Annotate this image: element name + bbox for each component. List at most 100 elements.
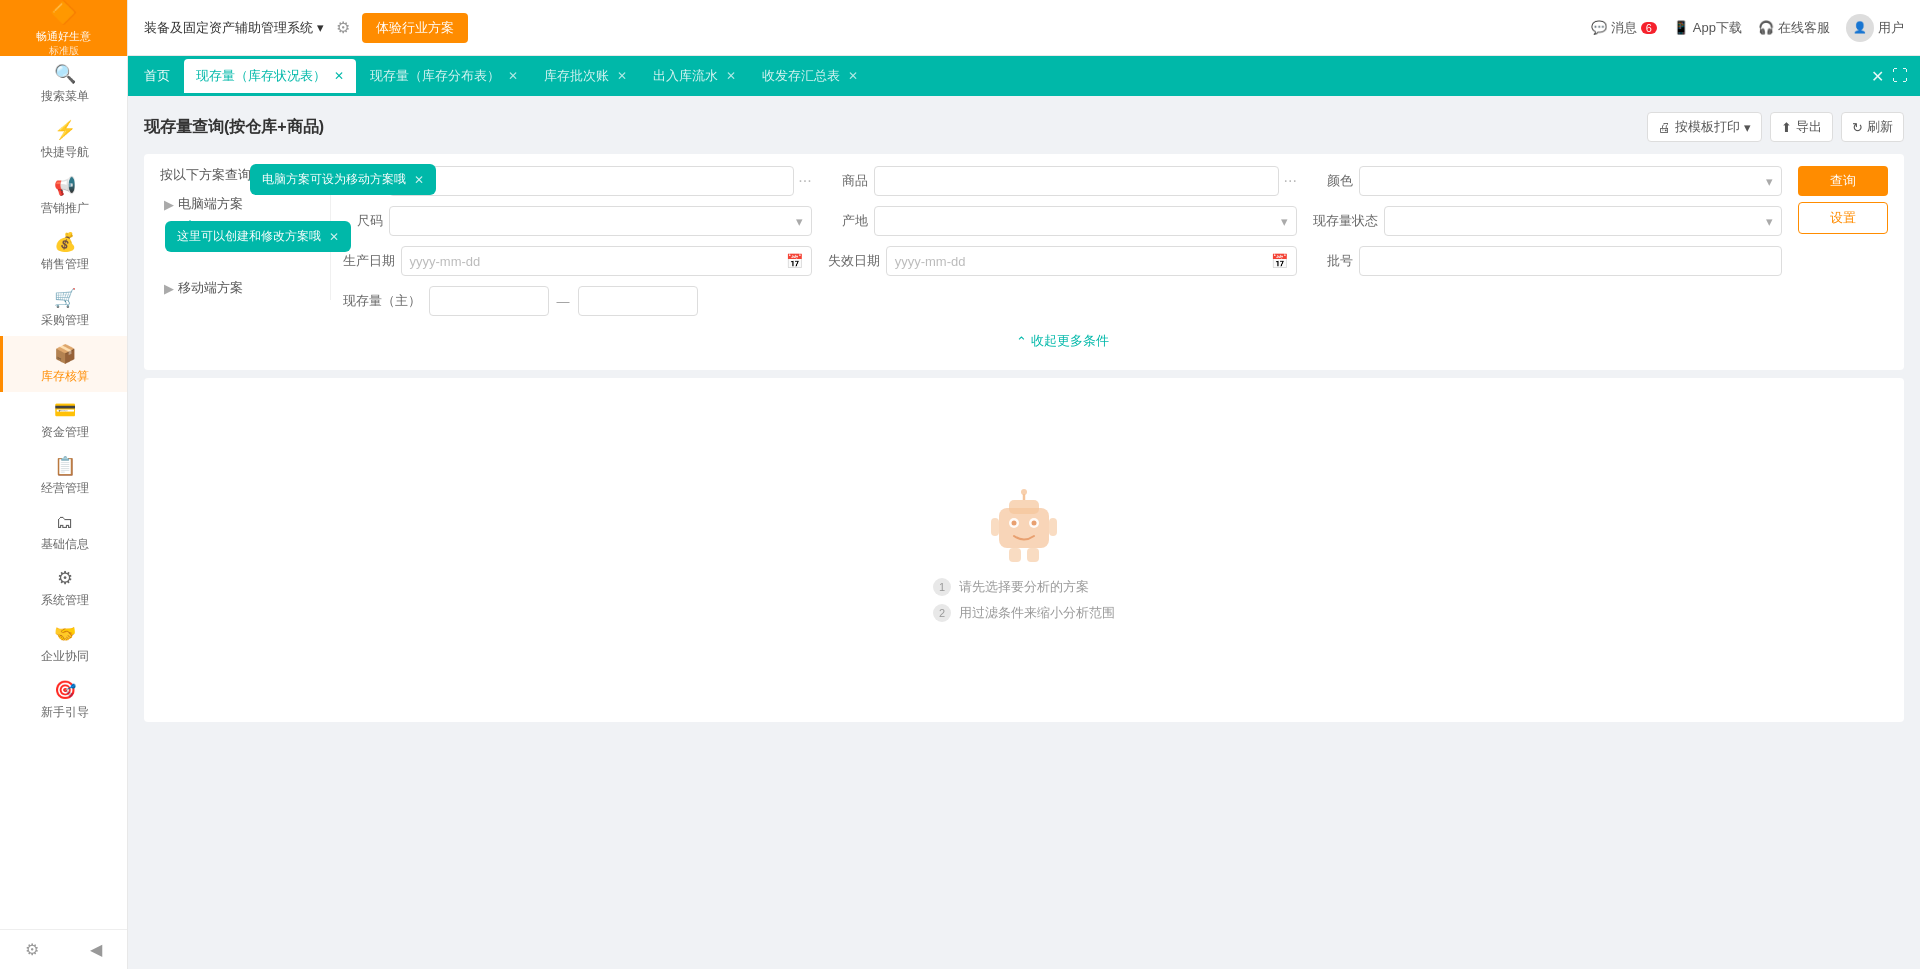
origin-select[interactable]: ▾	[874, 206, 1297, 236]
sidebar-item-operations[interactable]: 📋 经营管理	[0, 448, 127, 504]
collapse-sidebar-icon[interactable]: ◀	[90, 940, 102, 959]
page-actions: 🖨 按模板打印 ▾ ⬆ 导出 ↻ 刷新	[1647, 112, 1904, 142]
content-area: 现存量查询(按仓库+商品) 🖨 按模板打印 ▾ ⬆ 导出 ↻ 刷新	[128, 96, 1920, 969]
user-item[interactable]: 👤 用户	[1846, 14, 1904, 42]
sidebar-item-marketing[interactable]: 📢 营销推广	[0, 168, 127, 224]
empty-robot-illustration	[979, 478, 1069, 568]
set-button[interactable]: 设置	[1798, 202, 1888, 234]
purchase-icon: 🛒	[54, 287, 76, 309]
sidebar-item-enterprise[interactable]: 🤝 企业协同	[0, 616, 127, 672]
expiry-date-calendar-icon: 📅	[1271, 253, 1288, 269]
query-button[interactable]: 查询	[1798, 166, 1888, 196]
sidebar-item-basic[interactable]: 🗂 基础信息	[0, 504, 127, 560]
app-logo: 🔶 畅通好生意 标准版	[0, 0, 127, 56]
tab-receive-summary[interactable]: 收发存汇总表 ✕	[750, 59, 870, 93]
message-item[interactable]: 💬 消息 6	[1591, 19, 1657, 37]
tab-close-receive-summary[interactable]: ✕	[848, 69, 858, 83]
export-button[interactable]: ⬆ 导出	[1770, 112, 1833, 142]
tab-close-inventory-dist[interactable]: ✕	[508, 69, 518, 83]
tab-in-out-flow[interactable]: 出入库流水 ✕	[641, 59, 748, 93]
tab-inventory-status[interactable]: 现存量（库存状况表） ✕	[184, 59, 356, 93]
size-select[interactable]: ▾	[389, 206, 812, 236]
sidebar-item-sales[interactable]: 💰 销售管理	[0, 224, 127, 280]
finance-icon: 💳	[54, 399, 76, 421]
goods-input[interactable]	[874, 166, 1280, 196]
tooltip1-close[interactable]: ✕	[414, 173, 424, 187]
batch-no-input[interactable]	[1359, 246, 1782, 276]
export-icon: ⬆	[1781, 120, 1792, 135]
system-selector[interactable]: 装备及固定资产辅助管理系统 ▾	[144, 19, 324, 37]
user-avatar: 👤	[1846, 14, 1874, 42]
header-settings-icon[interactable]: ⚙	[336, 18, 350, 37]
warehouse-input[interactable]	[389, 166, 795, 196]
tooltip-pc-scheme: 电脑方案可设为移动方案哦 ✕	[250, 164, 436, 195]
tab-bar: 首页 现存量（库存状况表） ✕ 现存量（库存分布表） ✕ 库存批次账 ✕ 出入库…	[128, 56, 1920, 96]
warehouse-dots-btn[interactable]: ···	[798, 172, 811, 190]
settings-bottom-icon[interactable]: ⚙	[25, 940, 39, 959]
sales-icon: 💰	[54, 231, 76, 253]
qty-max-input[interactable]	[578, 286, 698, 316]
page-title: 现存量查询(按仓库+商品)	[144, 117, 324, 138]
empty-tips: 1 请先选择要分析的方案 2 用过滤条件来缩小分析范围	[933, 578, 1115, 622]
sidebar-item-quick-nav[interactable]: ⚡ 快捷导航	[0, 112, 127, 168]
pc-scheme-item[interactable]: ▶ 电脑端方案	[160, 192, 318, 216]
mobile-scheme-item[interactable]: ▶ 移动端方案	[160, 276, 318, 300]
svg-point-3	[1021, 489, 1027, 495]
sidebar-item-inventory[interactable]: 📦 库存核算	[0, 336, 127, 392]
svg-rect-8	[991, 518, 999, 536]
filter-action-buttons: 查询 设置	[1798, 166, 1888, 234]
goods-label: 商品	[828, 172, 868, 190]
origin-field: 产地 ▾	[828, 206, 1297, 236]
collapse-filter-button[interactable]: ⌃ 收起更多条件	[343, 324, 1782, 358]
filter-row-3: 生产日期 yyyy-mm-dd 📅 失效日期 yyyy-mm-dd 📅	[343, 246, 1782, 276]
expiry-date-input[interactable]: yyyy-mm-dd 📅	[886, 246, 1297, 276]
production-date-input[interactable]: yyyy-mm-dd 📅	[401, 246, 812, 276]
sidebar-item-search[interactable]: 🔍 搜索菜单	[0, 56, 127, 112]
sidebar-bottom: ⚙ ◀	[0, 929, 127, 969]
chevron-down-icon: ▾	[317, 20, 324, 35]
qty-label: 现存量（主）	[343, 292, 421, 310]
tab-fullscreen-icon[interactable]: ⛶	[1892, 67, 1908, 86]
experience-button[interactable]: 体验行业方案	[362, 13, 468, 43]
tab-close-inventory-status[interactable]: ✕	[334, 69, 344, 83]
tab-batch-account[interactable]: 库存批次账 ✕	[532, 59, 639, 93]
inventory-icon: 📦	[54, 343, 76, 365]
print-button[interactable]: 🖨 按模板打印 ▾	[1647, 112, 1762, 142]
svg-rect-9	[1049, 518, 1057, 536]
message-icon: 💬	[1591, 20, 1607, 35]
mobile-scheme-arrow: ▶	[164, 281, 174, 296]
online-support-item[interactable]: 🎧 在线客服	[1758, 19, 1830, 37]
svg-point-7	[1032, 521, 1037, 526]
svg-rect-10	[1009, 548, 1021, 562]
color-select[interactable]: ▾	[1359, 166, 1782, 196]
top-header: 装备及固定资产辅助管理系统 ▾ ⚙ 体验行业方案 💬 消息 6 📱 App下载 …	[128, 0, 1920, 56]
tab-close-in-out-flow[interactable]: ✕	[726, 69, 736, 83]
svg-point-6	[1012, 521, 1017, 526]
online-support-label: 在线客服	[1778, 19, 1830, 37]
sidebar-item-finance[interactable]: 💳 资金管理	[0, 392, 127, 448]
empty-state: 1 请先选择要分析的方案 2 用过滤条件来缩小分析范围	[144, 418, 1904, 682]
sidebar-item-guide[interactable]: 🎯 新手引导	[0, 672, 127, 728]
header-right: 💬 消息 6 📱 App下载 🎧 在线客服 👤 用户	[1591, 14, 1904, 42]
tab-close-batch-account[interactable]: ✕	[617, 69, 627, 83]
size-field: 尺码 ▾	[343, 206, 812, 236]
tooltip2-close[interactable]: ✕	[329, 230, 339, 244]
refresh-button[interactable]: ↻ 刷新	[1841, 112, 1904, 142]
origin-label: 产地	[828, 212, 868, 230]
sidebar-item-system[interactable]: ⚙ 系统管理	[0, 560, 127, 616]
tooltip-create-scheme: 这里可以创建和修改方案哦 ✕	[165, 221, 351, 252]
origin-chevron-icon: ▾	[1281, 214, 1288, 229]
stock-status-field: 现存量状态 ▾	[1313, 206, 1782, 236]
tab-bar-right: ✕ ⛶	[1871, 67, 1916, 86]
print-dropdown-icon: ▾	[1744, 120, 1751, 135]
tab-inventory-dist[interactable]: 现存量（库存分布表） ✕	[358, 59, 530, 93]
qty-min-input[interactable]	[429, 286, 549, 316]
stock-status-select[interactable]: ▾	[1384, 206, 1782, 236]
app-download-item[interactable]: 📱 App下载	[1673, 19, 1742, 37]
expiry-date-label: 失效日期	[828, 252, 880, 270]
sidebar-item-purchase[interactable]: 🛒 采购管理	[0, 280, 127, 336]
goods-dots-btn[interactable]: ···	[1283, 172, 1296, 190]
tab-home[interactable]: 首页	[132, 61, 182, 91]
tab-close-all-icon[interactable]: ✕	[1871, 67, 1884, 86]
headset-icon: 🎧	[1758, 20, 1774, 35]
